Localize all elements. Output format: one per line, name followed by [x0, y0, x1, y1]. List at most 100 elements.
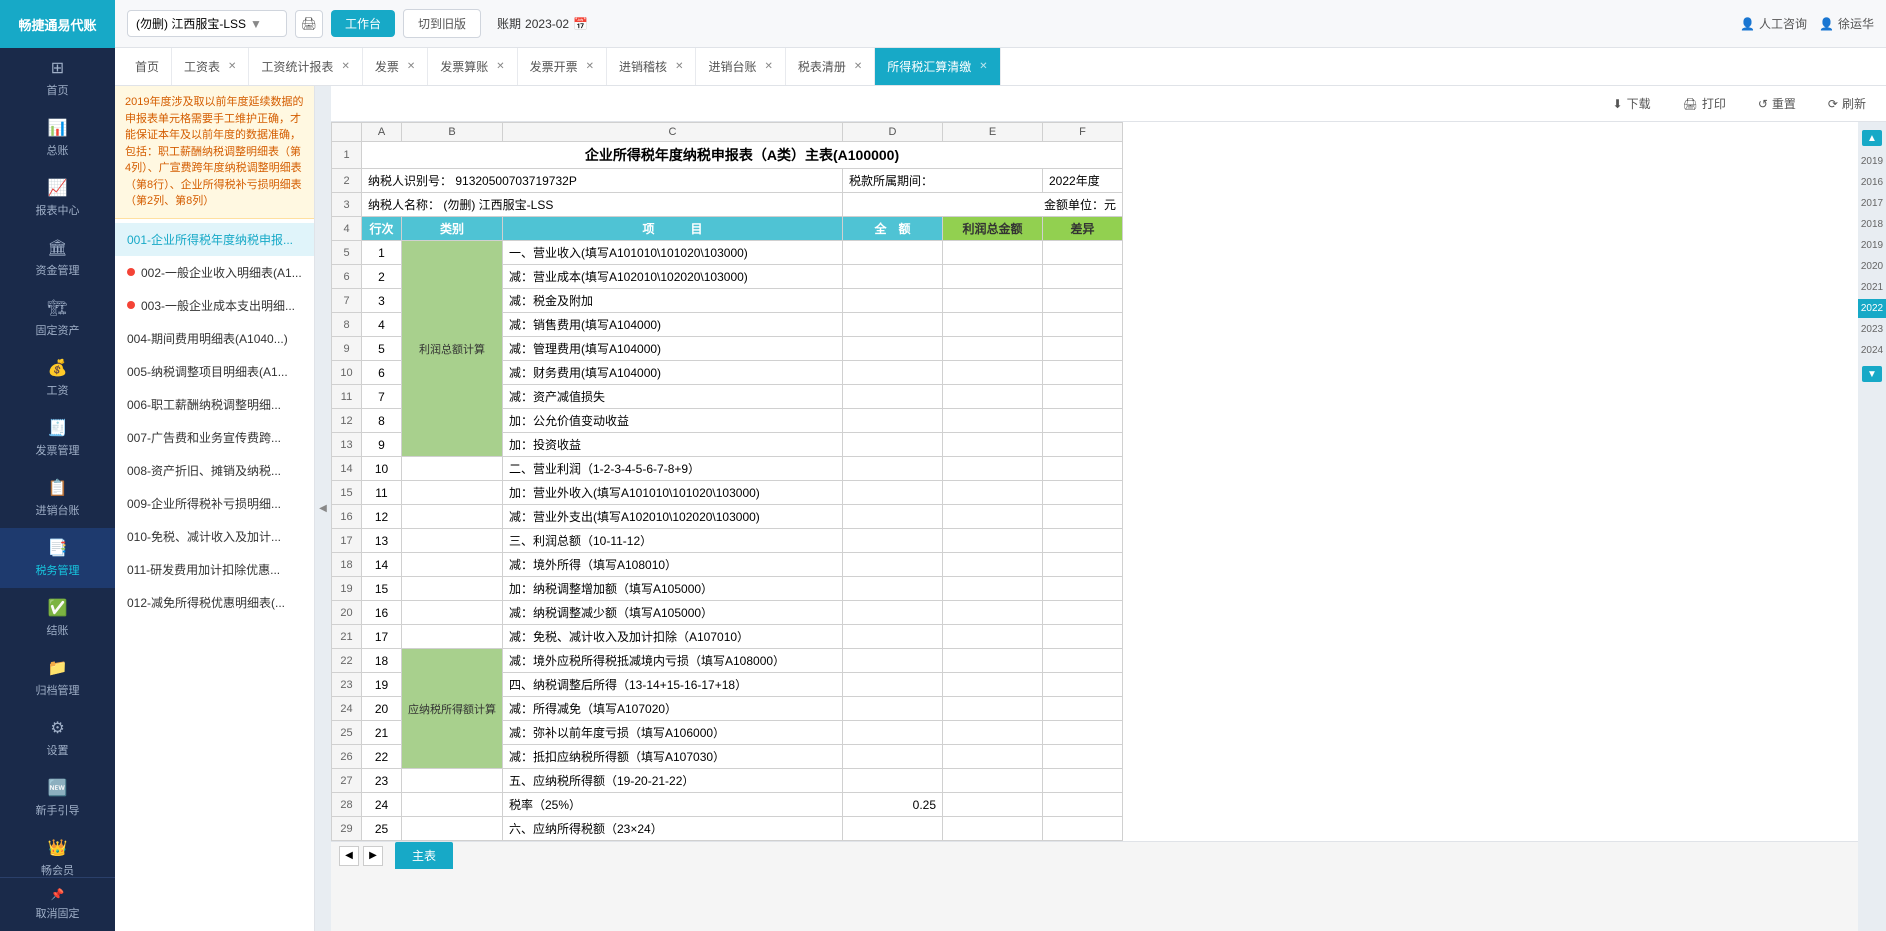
amount-cell[interactable]: [843, 601, 943, 625]
row-index[interactable]: 16: [362, 601, 402, 625]
profit-cell[interactable]: [943, 625, 1043, 649]
item-cell[interactable]: 减：境外所得（填写A108010）: [503, 553, 843, 577]
amount-cell[interactable]: [843, 289, 943, 313]
menu-item-010[interactable]: 010-免税、减计收入及加计...: [115, 520, 314, 553]
user-profile[interactable]: 👤 徐运华: [1819, 15, 1874, 32]
close-icon[interactable]: ✕: [496, 61, 504, 72]
profit-cell[interactable]: [943, 505, 1043, 529]
row-index[interactable]: 9: [362, 433, 402, 457]
diff-cell[interactable]: [1043, 289, 1123, 313]
diff-cell[interactable]: [1043, 577, 1123, 601]
item-cell[interactable]: 减：税金及附加: [503, 289, 843, 313]
tab-payroll[interactable]: 工资表 ✕: [172, 48, 249, 86]
amount-cell[interactable]: [843, 697, 943, 721]
item-cell[interactable]: 二、营业利润（1-2-3-4-5-6-7-8+9）: [503, 457, 843, 481]
tab-income-tax[interactable]: 所得税汇算清缴 ✕: [875, 48, 1000, 86]
tab-import-ledger[interactable]: 进销台账 ✕: [696, 48, 785, 86]
profit-cell[interactable]: [943, 673, 1043, 697]
item-cell[interactable]: 五、应纳税所得额（19-20-21-22）: [503, 769, 843, 793]
amount-cell[interactable]: [843, 265, 943, 289]
panel-collapse-btn[interactable]: ◀: [315, 86, 331, 931]
row-index[interactable]: 11: [362, 481, 402, 505]
year-2018[interactable]: 2018: [1858, 215, 1886, 234]
profit-cell[interactable]: [943, 241, 1043, 265]
profit-cell[interactable]: [943, 433, 1043, 457]
print-button[interactable]: 🖨 打印: [1675, 91, 1734, 116]
row-index[interactable]: 17: [362, 625, 402, 649]
year-2017[interactable]: 2017: [1858, 194, 1886, 213]
diff-cell[interactable]: [1043, 361, 1123, 385]
tab-invoice[interactable]: 发票 ✕: [363, 48, 428, 86]
diff-cell[interactable]: [1043, 625, 1123, 649]
diff-cell[interactable]: [1043, 385, 1123, 409]
item-cell[interactable]: 减：弥补以前年度亏损（填写A106000）: [503, 721, 843, 745]
year-2016[interactable]: 2016: [1858, 173, 1886, 192]
tab-tax-clearance[interactable]: 税表清册 ✕: [786, 48, 875, 86]
diff-cell[interactable]: [1043, 745, 1123, 769]
amount-cell[interactable]: [843, 817, 943, 841]
refresh-button[interactable]: ⟳ 刷新: [1820, 91, 1874, 116]
diff-cell[interactable]: [1043, 337, 1123, 361]
year-2021[interactable]: 2021: [1858, 278, 1886, 297]
item-cell[interactable]: 减：抵扣应纳税所得额（填写A107030）: [503, 745, 843, 769]
menu-item-001[interactable]: 001-企业所得税年度纳税申报...: [115, 223, 314, 256]
profit-cell[interactable]: [943, 649, 1043, 673]
sidebar-item-fixed-assets[interactable]: 🏗 固定资产: [0, 288, 115, 348]
item-cell[interactable]: 加：纳税调整增加额（填写A105000）: [503, 577, 843, 601]
row-index[interactable]: 14: [362, 553, 402, 577]
diff-cell[interactable]: [1043, 649, 1123, 673]
sidebar-item-member[interactable]: 👑 畅会员: [0, 828, 115, 877]
diff-cell[interactable]: [1043, 505, 1123, 529]
item-cell[interactable]: 税率（25%）: [503, 793, 843, 817]
sidebar-item-tax[interactable]: 📑 税务管理: [0, 528, 115, 588]
profit-cell[interactable]: [943, 409, 1043, 433]
row-index[interactable]: 22: [362, 745, 402, 769]
sidebar-item-assets[interactable]: 🏛 资金管理: [0, 228, 115, 288]
menu-item-004[interactable]: 004-期间费用明细表(A1040...): [115, 322, 314, 355]
menu-item-009[interactable]: 009-企业所得税补亏损明细...: [115, 487, 314, 520]
sheet-nav-next[interactable]: ▶: [363, 846, 383, 866]
row-index[interactable]: 21: [362, 721, 402, 745]
menu-item-002[interactable]: 002-一般企业收入明细表(A1...: [115, 256, 314, 289]
amount-cell[interactable]: [843, 553, 943, 577]
row-index[interactable]: 25: [362, 817, 402, 841]
sidebar-item-invoice[interactable]: 🧾 发票管理: [0, 408, 115, 468]
amount-cell[interactable]: [843, 721, 943, 745]
diff-cell[interactable]: [1043, 697, 1123, 721]
diff-cell[interactable]: [1043, 457, 1123, 481]
menu-item-007[interactable]: 007-广告费和业务宣传费跨...: [115, 421, 314, 454]
sidebar-item-ledger[interactable]: 📊 总账: [0, 108, 115, 168]
menu-item-003[interactable]: 003-一般企业成本支出明细...: [115, 289, 314, 322]
diff-cell[interactable]: [1043, 721, 1123, 745]
item-cell[interactable]: 加：营业外收入(填写A101010\101020\103000): [503, 481, 843, 505]
item-cell[interactable]: 减：境外应税所得税抵减境内亏损（填写A108000）: [503, 649, 843, 673]
diff-cell[interactable]: [1043, 673, 1123, 697]
sidebar-item-settings[interactable]: ⚙ 设置: [0, 708, 115, 768]
sheet-tab-main[interactable]: 主表: [395, 842, 453, 869]
diff-cell[interactable]: [1043, 553, 1123, 577]
row-index[interactable]: 5: [362, 337, 402, 361]
row-index[interactable]: 18: [362, 649, 402, 673]
year-2019[interactable]: 2019: [1858, 236, 1886, 255]
row-index[interactable]: 6: [362, 361, 402, 385]
item-cell[interactable]: 四、纳税调整后所得（13-14+15-16-17+18）: [503, 673, 843, 697]
sidebar-item-guide[interactable]: 🆕 新手引导: [0, 768, 115, 828]
profit-cell[interactable]: [943, 289, 1043, 313]
diff-cell[interactable]: [1043, 409, 1123, 433]
item-cell[interactable]: 减：管理费用(填写A104000): [503, 337, 843, 361]
close-icon[interactable]: ✕: [407, 61, 415, 72]
amount-cell[interactable]: [843, 769, 943, 793]
workstation-button[interactable]: 工作台: [331, 10, 395, 37]
diff-cell[interactable]: [1043, 601, 1123, 625]
tab-invoice-calc[interactable]: 发票算账 ✕: [428, 48, 517, 86]
amount-cell[interactable]: [843, 313, 943, 337]
sidebar-item-report[interactable]: 📈 报表中心: [0, 168, 115, 228]
item-cell[interactable]: 减：销售费用(填写A104000): [503, 313, 843, 337]
diff-cell[interactable]: [1043, 313, 1123, 337]
switch-period-button[interactable]: 切到旧版: [403, 9, 481, 38]
close-icon[interactable]: ✕: [228, 61, 236, 72]
company-selector[interactable]: (勿删) 江西服宝-LSS ▼: [127, 10, 287, 37]
profit-cell[interactable]: [943, 697, 1043, 721]
row-index[interactable]: 1: [362, 241, 402, 265]
year-2024[interactable]: 2024: [1858, 341, 1886, 360]
